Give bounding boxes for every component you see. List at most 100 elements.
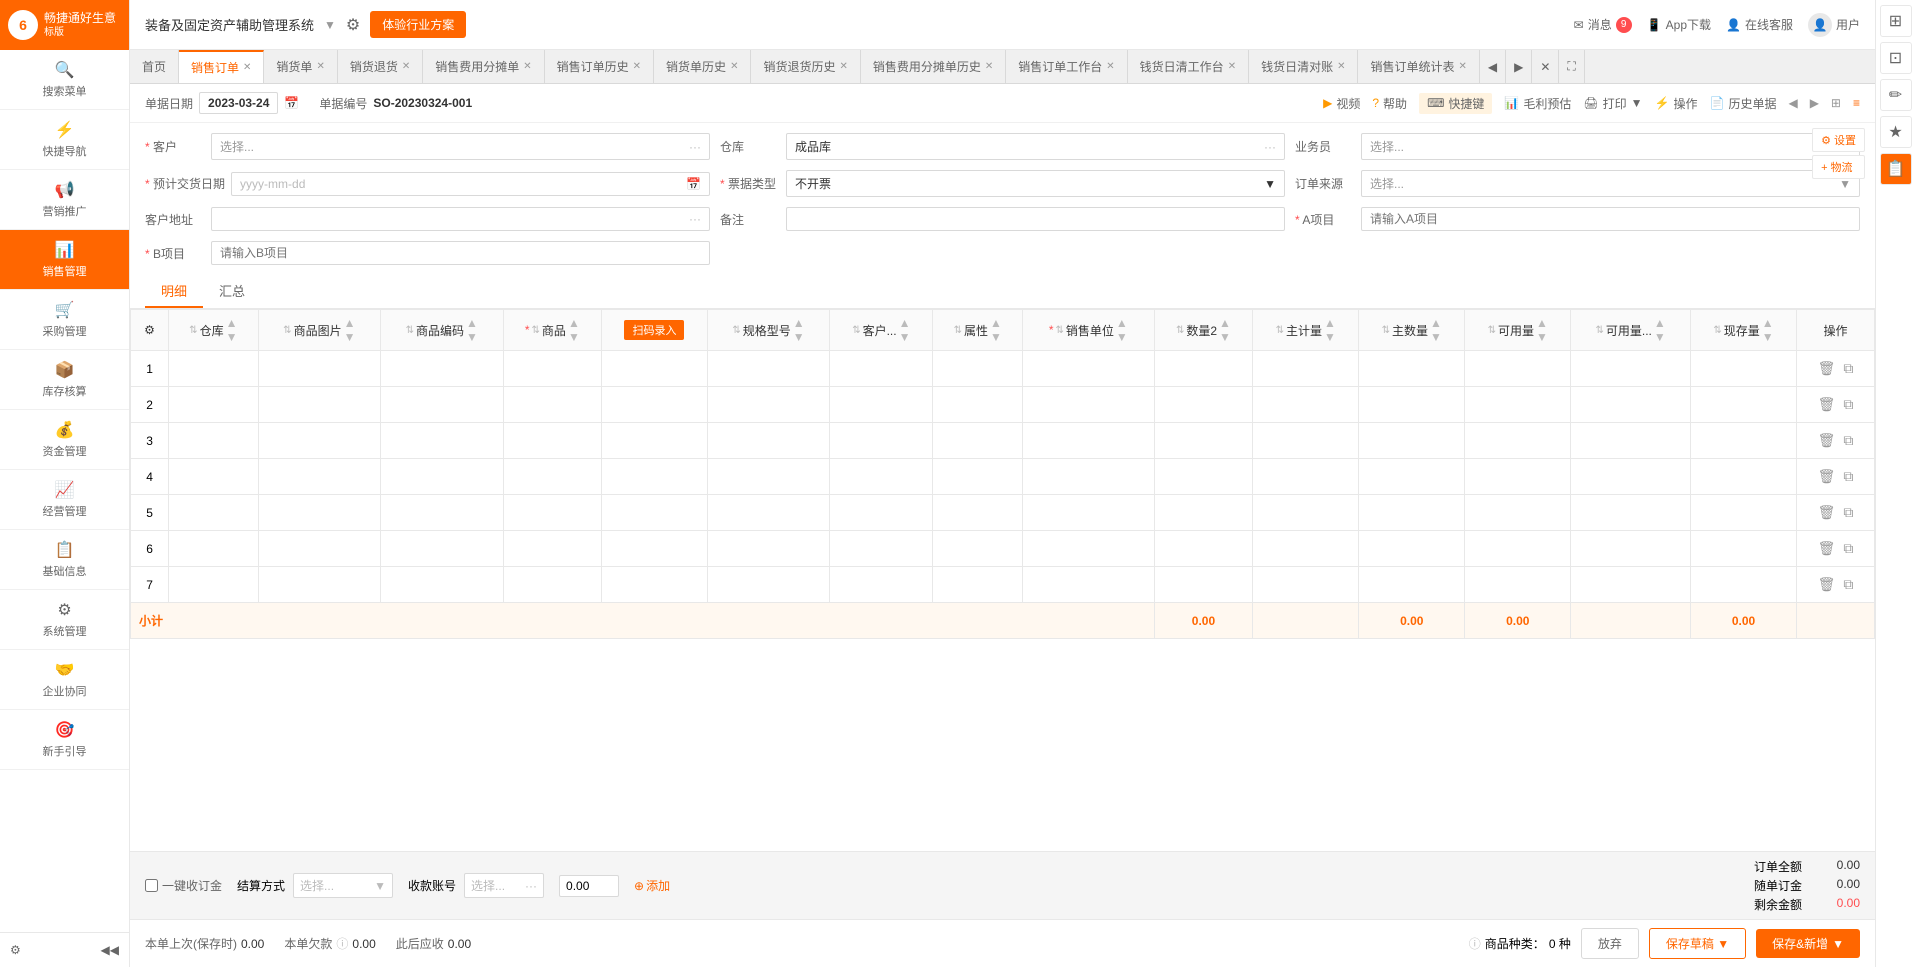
col-sort-icon[interactable]: ⇅ (1713, 325, 1721, 336)
customer-input[interactable]: 选择... ··· (211, 133, 710, 160)
tab-销售费用分摊单[interactable]: 销售费用分摊单 ✕ (423, 50, 544, 84)
row-product[interactable] (503, 459, 602, 495)
header-settings-icon[interactable]: ⚙ (346, 15, 360, 35)
detail-tab-明细[interactable]: 明细 (145, 275, 203, 308)
tab-close-icon[interactable]: ✕ (1337, 61, 1345, 72)
sidebar-item-基础信息[interactable]: 📋 基础信息 (0, 530, 129, 590)
row-main-unit[interactable] (1253, 423, 1359, 459)
row-copy-btn[interactable]: ⧉ (1841, 358, 1855, 379)
user-btn[interactable]: 👤 用户 (1808, 13, 1860, 37)
detail-tab-汇总[interactable]: 汇总 (203, 275, 261, 308)
sidebar-item-系统管理[interactable]: ⚙ 系统管理 (0, 590, 129, 650)
row-attr[interactable] (933, 495, 1023, 531)
row-image[interactable] (258, 387, 380, 423)
row-stock[interactable] (1691, 495, 1797, 531)
salesman-input[interactable]: 选择... ··· (1361, 133, 1860, 160)
row-available2[interactable] (1571, 495, 1691, 531)
row-spec[interactable] (707, 495, 829, 531)
row-product[interactable] (503, 387, 602, 423)
save-new-btn[interactable]: 保存&新增 ▼ (1756, 929, 1860, 958)
tab-more-btn[interactable]: ✕ (1532, 50, 1559, 84)
col-sort-icon[interactable]: ⇅ (189, 325, 197, 336)
row-customer-info[interactable] (830, 531, 933, 567)
row-code[interactable] (381, 459, 503, 495)
row-available2[interactable] (1571, 531, 1691, 567)
sidebar-item-新手引导[interactable]: 🎯 新手引导 (0, 710, 129, 770)
discard-btn[interactable]: 放弃 (1581, 928, 1639, 959)
col-sort-icon[interactable]: ⇅ (532, 325, 540, 336)
row-code[interactable] (381, 495, 503, 531)
row-customer-info[interactable] (830, 567, 933, 603)
row-code[interactable] (381, 531, 503, 567)
row-attr[interactable] (933, 387, 1023, 423)
col-sort-icon[interactable]: ⇅ (954, 325, 962, 336)
tab-销货退货[interactable]: 销货退货 ✕ (338, 50, 423, 84)
toolbar-grid-view[interactable]: ⊞ (1831, 96, 1841, 110)
message-btn[interactable]: ✉ 消息 9 (1574, 16, 1632, 33)
tab-close-icon[interactable]: ✕ (839, 61, 847, 72)
row-attr[interactable] (933, 567, 1023, 603)
operation-btn[interactable]: ⚡ 操作 (1655, 95, 1698, 112)
logistics-btn[interactable]: + 物流 (1812, 155, 1865, 179)
row-attr[interactable] (933, 459, 1023, 495)
col-settings-icon[interactable]: ⚙ (144, 323, 155, 337)
tab-close-icon[interactable]: ✕ (1228, 61, 1236, 72)
tab-销售费用分摊单历史[interactable]: 销售费用分摊单历史 ✕ (861, 50, 1006, 84)
online-service-btn[interactable]: 👤 在线客服 (1726, 16, 1793, 33)
tab-close-icon[interactable]: ✕ (316, 61, 324, 72)
row-code[interactable] (381, 351, 503, 387)
row-qty2[interactable] (1154, 387, 1253, 423)
row-delete-btn[interactable]: 🗑 (1816, 430, 1838, 451)
col-sort-icon[interactable]: ⇅ (732, 325, 740, 336)
toolbar-nav-next[interactable]: ▶ (1810, 96, 1819, 110)
row-qty2[interactable] (1154, 459, 1253, 495)
warehouse-input[interactable]: 成品库 ··· (786, 133, 1285, 160)
row-code[interactable] (381, 423, 503, 459)
quick-deposit-checkbox[interactable]: 一键收订金 (145, 877, 222, 894)
row-warehouse[interactable] (169, 423, 259, 459)
amount-input[interactable] (559, 875, 619, 897)
row-qty2[interactable] (1154, 531, 1253, 567)
invoice-select[interactable]: 不开票 ▼ (786, 170, 1285, 197)
tab-prev-btn[interactable]: ◀ (1480, 50, 1506, 84)
col-sort-icon[interactable]: ⇅ (1596, 325, 1604, 336)
row-image[interactable] (258, 567, 380, 603)
tab-close-icon[interactable]: ✕ (730, 61, 738, 72)
add-btn[interactable]: ⊕ 添加 (634, 877, 670, 894)
row-code[interactable] (381, 567, 503, 603)
row-available[interactable] (1465, 459, 1571, 495)
row-spec[interactable] (707, 423, 829, 459)
tab-销售订单[interactable]: 销售订单 ✕ (179, 50, 264, 84)
row-delete-btn[interactable]: 🗑 (1816, 538, 1838, 559)
tab-close-icon[interactable]: ✕ (402, 61, 410, 72)
tab-钱货日清工作台[interactable]: 钱货日清工作台 ✕ (1128, 50, 1249, 84)
row-delete-btn[interactable]: 🗑 (1816, 502, 1838, 523)
row-available[interactable] (1465, 495, 1571, 531)
row-customer-info[interactable] (830, 387, 933, 423)
row-main-qty[interactable] (1359, 495, 1465, 531)
tab-close-icon[interactable]: ✕ (1459, 61, 1467, 72)
data-table-wrapper[interactable]: ⚙ ⇅ 仓库 ▲▼ ⇅ 商品图片 ▲▼ ⇅ 商品编码 ▲▼ * ⇅ 商品 ▲▼ … (130, 309, 1875, 851)
row-main-qty[interactable] (1359, 423, 1465, 459)
row-available[interactable] (1465, 423, 1571, 459)
row-main-unit[interactable] (1253, 387, 1359, 423)
app-download-btn[interactable]: 📱 App下载 (1647, 16, 1711, 33)
row-copy-btn[interactable]: ⧉ (1841, 574, 1855, 595)
col-sort-icon[interactable]: ⇅ (1176, 325, 1184, 336)
row-warehouse[interactable] (169, 387, 259, 423)
row-product[interactable] (503, 351, 602, 387)
settings-btn[interactable]: ⚙ 设置 (1812, 128, 1865, 152)
row-code[interactable] (381, 387, 503, 423)
row-main-unit[interactable] (1253, 459, 1359, 495)
row-sales-unit[interactable] (1023, 495, 1155, 531)
row-sales-unit[interactable] (1023, 531, 1155, 567)
row-image[interactable] (258, 459, 380, 495)
expand-panel-btn[interactable]: ⊞ (1880, 5, 1912, 37)
col-sort-icon[interactable]: ⇅ (283, 325, 291, 336)
tab-销售订单统计表[interactable]: 销售订单统计表 ✕ (1358, 50, 1479, 84)
row-main-unit[interactable] (1253, 567, 1359, 603)
row-stock[interactable] (1691, 423, 1797, 459)
row-delete-btn[interactable]: 🗑 (1816, 394, 1838, 415)
edit-panel-btn[interactable]: ✏ (1880, 79, 1912, 111)
row-spec[interactable] (707, 531, 829, 567)
